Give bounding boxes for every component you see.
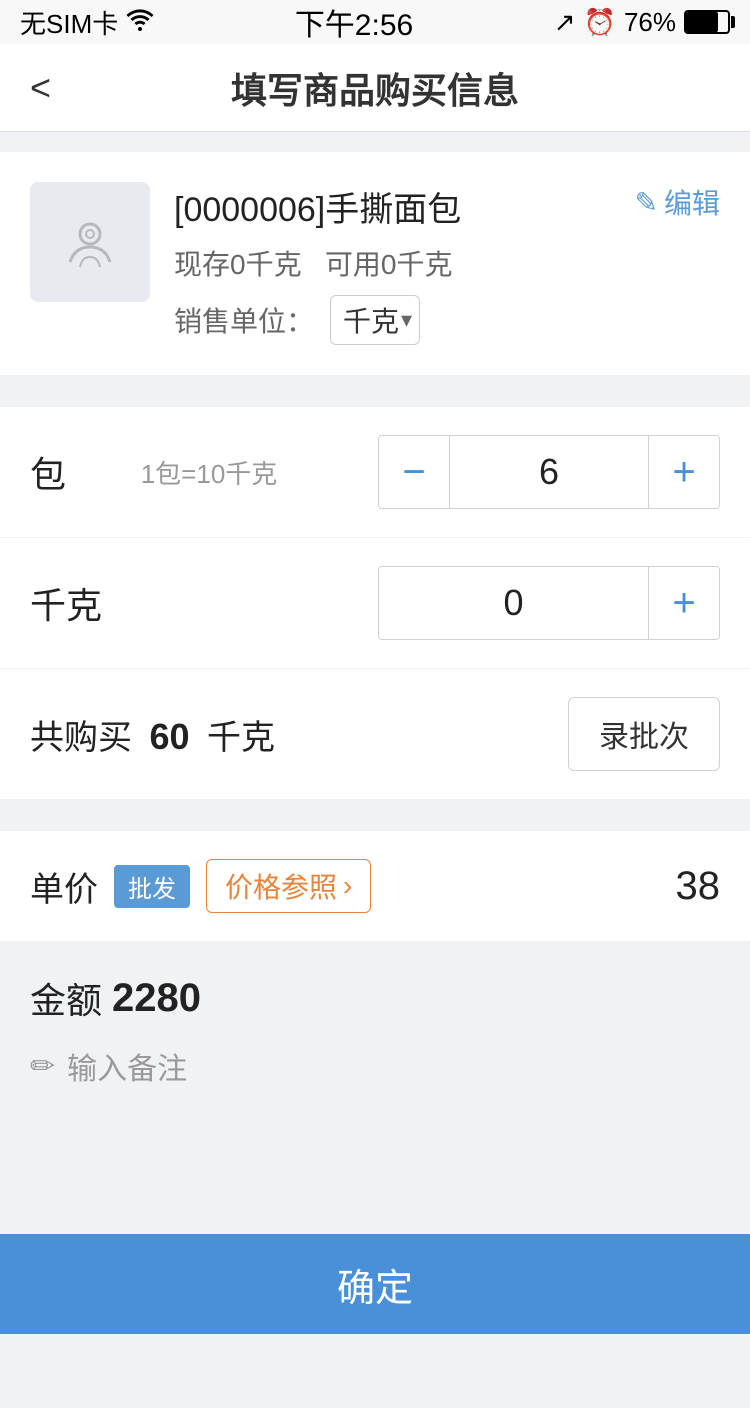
price-ref-label: 价格参照 (225, 866, 337, 906)
unit-price-label: 单价 (30, 862, 98, 911)
price-ref-arrow: › (343, 870, 352, 902)
batch-button[interactable]: 录批次 (568, 697, 720, 771)
price-type-tag: 批发 (114, 865, 190, 908)
confirm-button[interactable]: 确定 (0, 1234, 750, 1334)
bao-quantity-control: − + (378, 435, 720, 509)
total-unit: 千克 (207, 719, 275, 757)
stock-label: 现存0千克 (174, 249, 302, 280)
edit-label: 编辑 (664, 182, 720, 222)
unit-select-wrapper[interactable]: 千克 (330, 295, 420, 345)
battery-icon (684, 10, 730, 34)
kg-quantity-input[interactable] (379, 567, 649, 639)
nav-bar: < 填写商品购买信息 (0, 44, 750, 132)
edit-button[interactable]: ✎ 编辑 (635, 182, 720, 222)
unit-label: 销售单位： (174, 300, 314, 340)
price-row: 单价 批发 价格参照 › 38 (0, 831, 750, 942)
status-bar-left: 无SIM卡 (20, 4, 154, 41)
bao-label: 包 (30, 446, 131, 498)
available-label: 可用0千克 (325, 249, 453, 280)
battery-label: 76% (624, 7, 676, 38)
page-title: 填写商品购买信息 (231, 62, 519, 114)
edit-icon: ✎ (635, 186, 658, 219)
kg-quantity-row: 千克 + (0, 538, 750, 669)
amount-label: 金额 (30, 972, 102, 1024)
unit-select[interactable]: 千克 (330, 295, 420, 345)
product-thumbnail (30, 182, 150, 302)
total-row: 共购买 60 千克 录批次 (0, 669, 750, 799)
status-bar-time: 下午2:56 (295, 0, 413, 44)
amount-row: 金额 2280 (30, 972, 720, 1024)
location-icon: ↗ (554, 7, 576, 38)
battery-fill (686, 12, 718, 32)
status-bar: 无SIM卡 下午2:56 ↗ ⏰ 76% (0, 0, 750, 44)
remark-label: 输入备注 (67, 1044, 187, 1088)
status-bar-right: ↗ ⏰ 76% (554, 7, 730, 38)
total-label: 共购买 (30, 719, 132, 757)
quantity-section: 包 1包=10千克 − + 千克 + (0, 407, 750, 669)
carrier-label: 无SIM卡 (20, 4, 118, 41)
price-ref-button[interactable]: 价格参照 › (206, 859, 371, 913)
product-image-icon (60, 212, 120, 272)
total-text: 共购买 60 千克 (30, 710, 275, 759)
price-section: 单价 批发 价格参照 › 38 (0, 831, 750, 942)
remark-icon: ✏ (30, 1049, 55, 1084)
kg-increment-button[interactable]: + (649, 567, 719, 639)
kg-quantity-control: + (378, 566, 720, 640)
alarm-icon: ⏰ (584, 7, 616, 38)
amount-section: 金额 2280 ✏ 输入备注 (0, 942, 750, 1108)
bao-decrement-button[interactable]: − (379, 436, 449, 508)
amount-value: 2280 (112, 976, 201, 1021)
bao-sub-label: 1包=10千克 (141, 454, 278, 491)
product-card: [0000006]手撕面包 现存0千克 可用0千克 销售单位： 千克 ✎ 编辑 (0, 152, 750, 375)
divider-1 (0, 375, 750, 391)
wifi-icon (126, 7, 154, 38)
remark-row[interactable]: ✏ 输入备注 (30, 1044, 720, 1088)
kg-label: 千克 (30, 577, 204, 629)
bao-quantity-row: 包 1包=10千克 − + (0, 407, 750, 538)
product-stock: 现存0千克 可用0千克 (174, 243, 720, 283)
divider-2 (0, 799, 750, 815)
total-amount: 60 (149, 716, 189, 757)
back-button[interactable]: < (30, 67, 51, 109)
product-unit-row: 销售单位： 千克 (174, 295, 720, 345)
unit-price-value: 38 (676, 864, 721, 909)
bao-quantity-input[interactable] (449, 436, 649, 508)
bao-increment-button[interactable]: + (649, 436, 719, 508)
